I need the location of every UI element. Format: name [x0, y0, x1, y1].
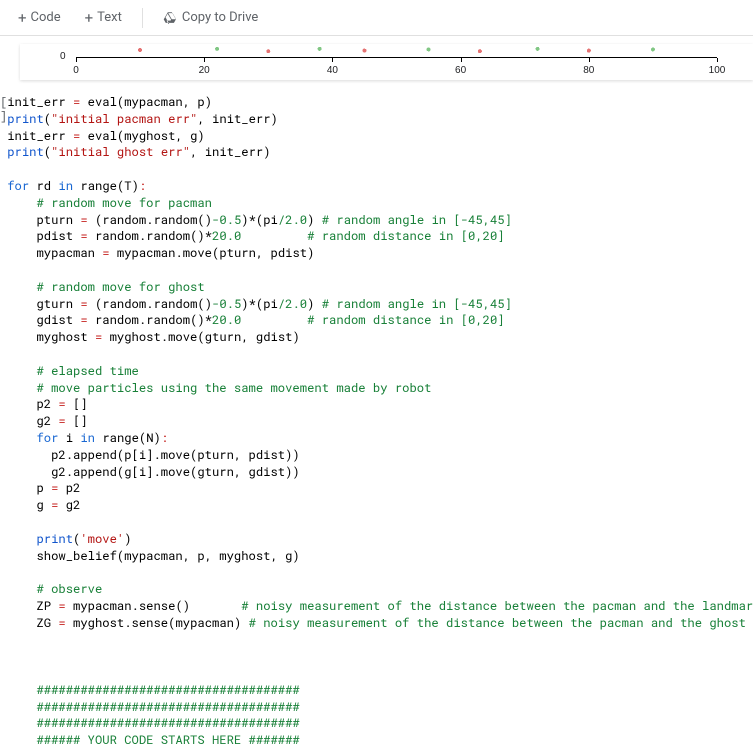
plus-icon: +	[85, 9, 94, 27]
add-text-button[interactable]: + Text	[75, 5, 132, 31]
cell-exec-indicator[interactable]: [ ]	[0, 94, 7, 749]
y-tick-0: 0	[60, 51, 66, 62]
toolbar: + Code + Text Copy to Drive	[0, 0, 753, 36]
xtick: 80	[583, 65, 594, 76]
xtick: 100	[709, 65, 726, 76]
drive-icon	[163, 10, 178, 25]
x-axis	[76, 57, 717, 58]
add-code-button[interactable]: + Code	[8, 5, 71, 31]
plus-icon: +	[18, 9, 27, 27]
copy-to-drive-button[interactable]: Copy to Drive	[153, 6, 268, 29]
copy-to-drive-label: Copy to Drive	[182, 10, 258, 25]
xtick: 60	[455, 65, 466, 76]
plot-output: 0 0 20 40 60 80 100	[20, 44, 753, 80]
xtick: 20	[199, 65, 210, 76]
add-code-label: Code	[31, 10, 61, 25]
code-content[interactable]: init_err = eval(mypacman, p) print("init…	[7, 94, 753, 749]
xtick: 0	[73, 65, 79, 76]
add-text-label: Text	[97, 10, 122, 25]
code-cell: [ ] init_err = eval(mypacman, p) print("…	[0, 94, 753, 749]
code-editor[interactable]: init_err = eval(mypacman, p) print("init…	[7, 94, 753, 749]
scatter-points	[76, 44, 717, 56]
separator	[142, 8, 143, 28]
xtick: 40	[327, 65, 338, 76]
